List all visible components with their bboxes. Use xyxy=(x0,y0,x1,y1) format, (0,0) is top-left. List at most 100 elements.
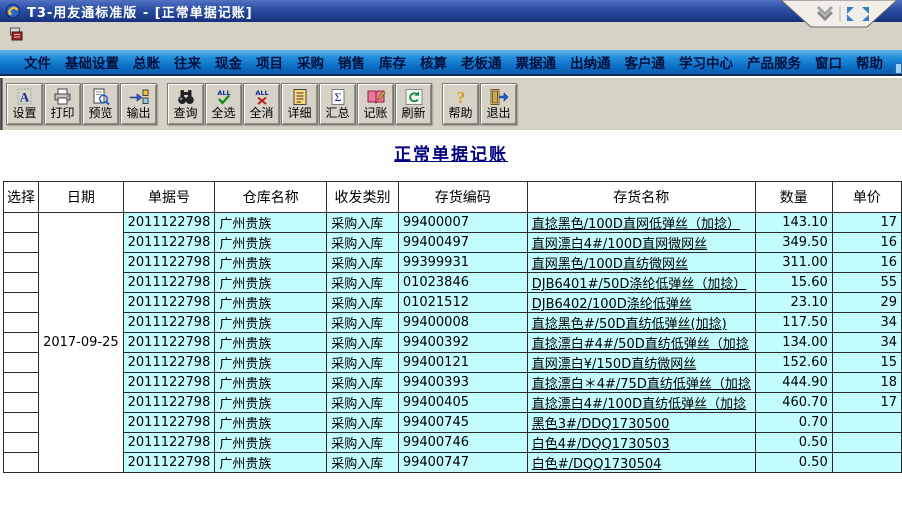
post-button[interactable]: 记账 xyxy=(357,83,394,125)
qty-cell: 349.50 xyxy=(754,232,833,253)
select-cell[interactable] xyxy=(2,212,40,233)
table-body: 2017-09-25 2011122798 广州贵族 采购入库 99400007 直捻黑色… xyxy=(2,212,902,473)
menu-bar: 文件 基础设置 总账 往来 现金 项目 采购 销售 库存 核算 老板通 票据通 出纳通 客户通 学习中心 产品… xyxy=(0,50,902,76)
table-row: 2011122798 广州贵族 采购入库 99400393 直捻漂白＊4#/75D直纺低… xyxy=(2,372,902,393)
warehouse-cell: 广州贵族 xyxy=(214,292,328,313)
select-all-icon: ALL xyxy=(214,87,234,106)
settings-button[interactable]: A 设置 xyxy=(6,83,43,125)
menu-scroll-button[interactable] xyxy=(895,63,902,74)
menu-item[interactable]: 库存 xyxy=(379,52,406,72)
refresh-button[interactable]: 刷新 xyxy=(395,83,432,125)
child-window-icon[interactable] xyxy=(8,26,24,42)
menu-item[interactable]: 客户通 xyxy=(625,52,666,72)
table-row: 2011122798 广州贵族 采购入库 99400121 直网漂白¥/150D直纺微网… xyxy=(2,352,902,373)
menu-item[interactable]: 出纳通 xyxy=(570,52,611,72)
column-header: 日期 xyxy=(38,181,124,213)
category-cell: 采购入库 xyxy=(326,412,399,433)
select-cell[interactable] xyxy=(2,252,40,273)
menu-item[interactable]: 帮助 xyxy=(856,52,883,72)
name-cell: 黑色3#/DDQ1730500 xyxy=(526,412,756,433)
code-cell: 99400746 xyxy=(397,432,528,453)
application-window: { "window": { "title": "T3-用友通标准版 - [正常单… xyxy=(0,0,902,524)
price-cell: 34 xyxy=(831,312,902,333)
menu-item[interactable]: 文件 xyxy=(24,52,51,72)
select-cell[interactable] xyxy=(2,392,40,413)
menu-item[interactable]: 老板通 xyxy=(461,52,502,72)
table-row: 2011122798 广州贵族 采购入库 99400746 白色4#/DQQ173050… xyxy=(2,432,902,453)
doc-no-cell: 2011122798 xyxy=(122,212,216,233)
category-cell: 采购入库 xyxy=(326,372,399,393)
toolbar-button-label: 打印 xyxy=(50,106,75,121)
select-cell[interactable] xyxy=(2,372,40,393)
toolbar-button-label: 预览 xyxy=(88,106,113,121)
deselect-all-icon: ALL xyxy=(252,87,272,106)
menu-item[interactable]: 现金 xyxy=(215,52,242,72)
toolbar-button-label: 汇总 xyxy=(325,106,350,121)
menu-item[interactable]: 学习中心 xyxy=(679,52,733,72)
menu-item[interactable]: 窗口 xyxy=(815,52,842,72)
deselect-all-button[interactable]: ALL 全消 xyxy=(243,83,280,125)
doc-no-cell: 2011122798 xyxy=(122,372,216,393)
category-cell: 采购入库 xyxy=(326,292,399,313)
table-row: 2011122798 广州贵族 采购入库 99400745 黑色3#/DDQ173050… xyxy=(2,412,902,433)
code-cell: 99400497 xyxy=(397,232,528,253)
table-header-row: 选择 日期 单据号 仓库名称 收发类别 存货编码 存货名称 数量 单价 xyxy=(2,181,902,213)
warehouse-cell: 广州贵族 xyxy=(214,452,328,473)
qty-cell: 0.50 xyxy=(754,432,833,453)
query-button[interactable]: 查询 xyxy=(167,83,204,125)
table-row: 2011122798 广州贵族 采购入库 01023846 DJB6401#/50D涤纶… xyxy=(2,272,902,293)
category-cell: 采购入库 xyxy=(326,252,399,273)
export-button[interactable]: 输出 xyxy=(120,83,157,125)
menu-item[interactable]: 往来 xyxy=(174,52,201,72)
refresh-icon xyxy=(404,87,424,106)
exit-button[interactable]: 退出 xyxy=(480,83,517,125)
doc-no-cell: 2011122798 xyxy=(122,332,216,353)
name-cell: 直网漂白¥/150D直纺微网丝 xyxy=(526,352,756,373)
menu-item[interactable]: 项目 xyxy=(256,52,283,72)
category-cell: 采购入库 xyxy=(326,432,399,453)
select-all-button[interactable]: ALL 全选 xyxy=(205,83,242,125)
detail-button[interactable]: 详细 xyxy=(281,83,318,125)
select-cell[interactable] xyxy=(2,332,40,353)
menu-item[interactable]: 总账 xyxy=(133,52,160,72)
summary-button[interactable]: Σ 汇总 xyxy=(319,83,356,125)
menu-item[interactable]: 产品服务 xyxy=(747,52,801,72)
select-cell[interactable] xyxy=(2,292,40,313)
column-header: 选择 xyxy=(2,181,40,213)
menu-item[interactable]: 销售 xyxy=(338,52,365,72)
code-cell: 99400393 xyxy=(397,372,528,393)
select-cell[interactable] xyxy=(2,232,40,253)
doc-no-cell: 2011122798 xyxy=(122,392,216,413)
warehouse-cell: 广州贵族 xyxy=(214,252,328,273)
price-cell xyxy=(831,452,902,473)
select-cell[interactable] xyxy=(2,312,40,333)
help-button[interactable]: ? 帮助 xyxy=(442,83,479,125)
toolbar-button-label: 退出 xyxy=(486,106,511,121)
select-cell[interactable] xyxy=(2,412,40,433)
category-cell: 采购入库 xyxy=(326,392,399,413)
select-cell[interactable] xyxy=(2,272,40,293)
doc-no-cell: 2011122798 xyxy=(122,272,216,293)
menu-item[interactable]: 票据通 xyxy=(516,52,557,72)
code-cell: 99399931 xyxy=(397,252,528,273)
menu-item[interactable]: 基础设置 xyxy=(65,52,119,72)
select-cell[interactable] xyxy=(2,432,40,453)
menu-item[interactable]: 采购 xyxy=(297,52,324,72)
help-icon: ? xyxy=(451,87,471,106)
print-button[interactable]: 打印 xyxy=(44,83,81,125)
table-row: 2011122798 广州贵族 采购入库 99400392 直捻漂白#4#/50D直纺低… xyxy=(2,332,902,353)
content-area: 正常单据记账 选择 日期 单据号 仓库名称 收发类别 存货编码 存货名称 数量 单价 2017-… xyxy=(0,130,902,524)
summary-icon: Σ xyxy=(328,87,348,106)
table-row: 2011122798 广州贵族 采购入库 99399931 直网黑色/100D直纺微网丝… xyxy=(2,252,902,273)
preview-button[interactable]: 预览 xyxy=(82,83,119,125)
select-cell[interactable] xyxy=(2,352,40,373)
table-row: 2017-09-25 2011122798 广州贵族 采购入库 99400007 直捻黑色… xyxy=(2,212,902,473)
window-title: T3-用友通标准版 - [正常单据记账] xyxy=(27,5,253,21)
toolbar-collapse-widget[interactable] xyxy=(780,0,898,28)
menu-item[interactable]: 核算 xyxy=(420,52,447,72)
name-cell: 直捻漂白4#/100D直纺低弹丝（加捻 xyxy=(526,392,756,413)
table-row: 2011122798 广州贵族 采购入库 01021512 DJB6402/100D涤纶… xyxy=(2,292,902,313)
code-cell: 01021512 xyxy=(397,292,528,313)
name-cell: DJB6401#/50D涤纶低弹丝（加捻） xyxy=(526,272,756,293)
select-cell[interactable] xyxy=(2,452,40,473)
